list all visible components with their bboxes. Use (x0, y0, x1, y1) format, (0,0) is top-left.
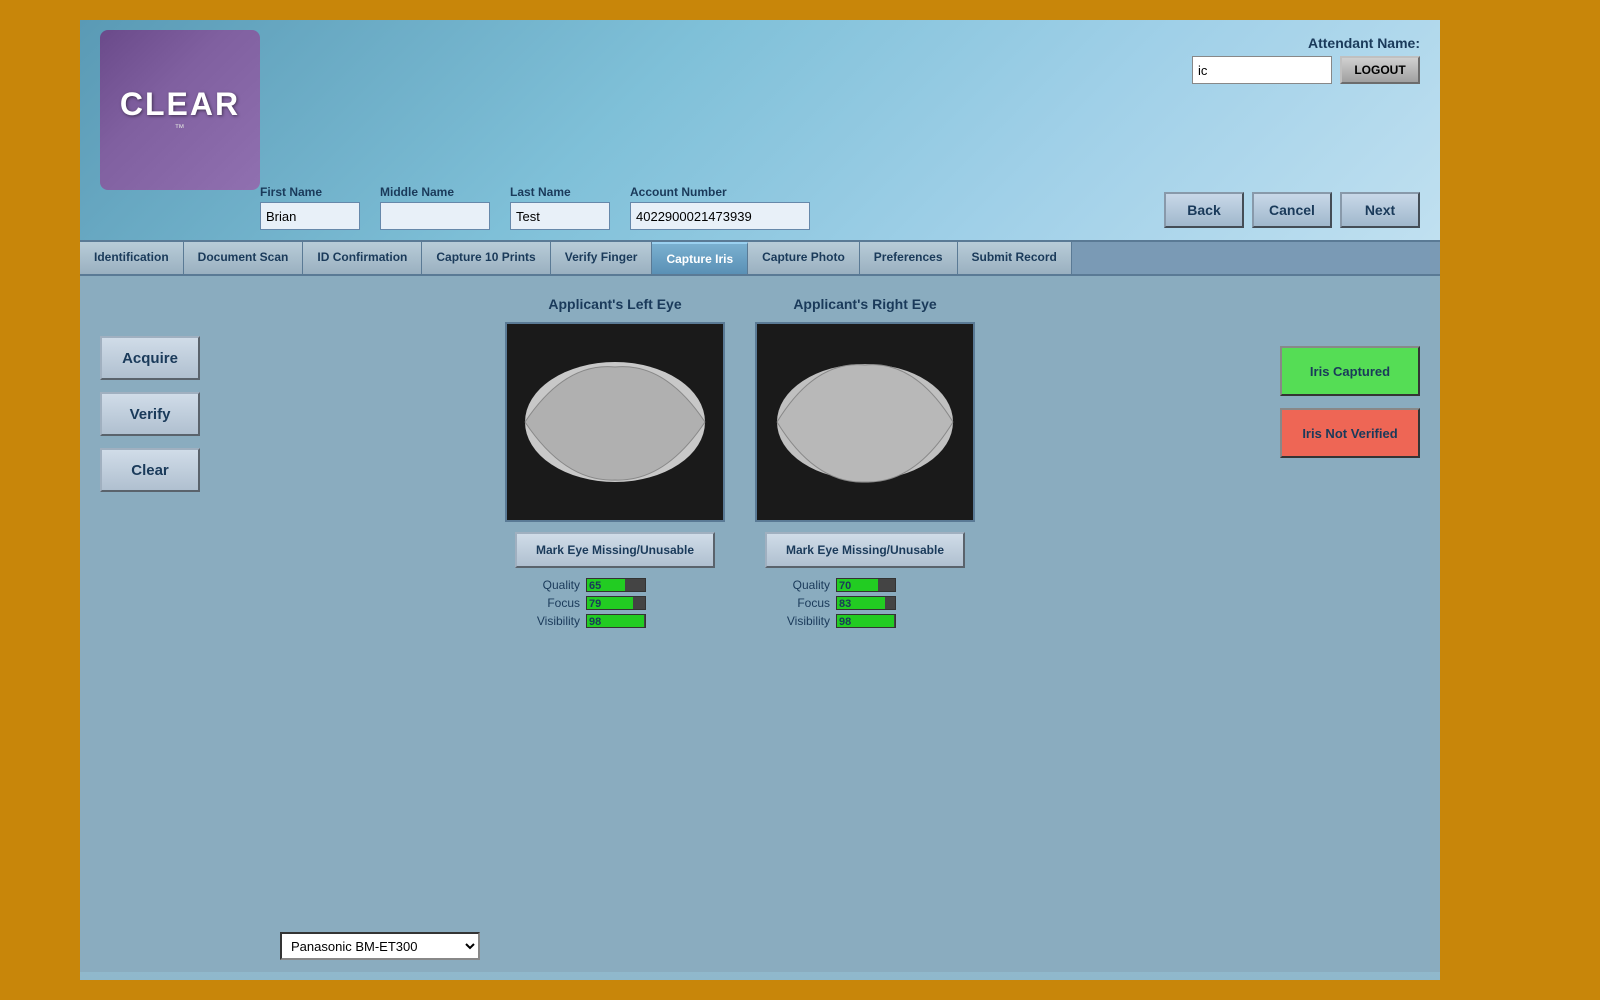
left-quality-bar: 65 (586, 578, 646, 592)
tab-capture-photo[interactable]: Capture Photo (748, 242, 860, 274)
tab-capture-iris[interactable]: Capture Iris (652, 242, 748, 274)
tab-identification[interactable]: Identification (80, 242, 184, 274)
left-focus-metric: Focus 79 (515, 596, 715, 610)
left-eye-svg (515, 332, 715, 512)
right-quality-label: Quality (765, 578, 830, 592)
right-focus-metric: Focus 83 (765, 596, 965, 610)
right-quality-bar: 70 (836, 578, 896, 592)
right-focus-value: 83 (839, 597, 851, 611)
iris-not-verified-badge: Iris Not Verified (1280, 408, 1420, 458)
right-eye-metrics: Quality 70 Focus 83 Vi (765, 578, 965, 628)
left-visibility-label: Visibility (515, 614, 580, 628)
right-eye-svg (765, 332, 965, 512)
right-visibility-value: 98 (839, 615, 851, 629)
attendant-input[interactable] (1192, 56, 1332, 84)
iris-captured-text: Iris Captured (1310, 364, 1390, 379)
verify-button[interactable]: Verify (100, 392, 200, 436)
tab-verify-finger[interactable]: Verify Finger (551, 242, 653, 274)
main-content: Acquire Verify Clear Applicant's Left Ey… (80, 276, 1440, 972)
tab-capture-10-prints[interactable]: Capture 10 Prints (422, 242, 550, 274)
acquire-button[interactable]: Acquire (100, 336, 200, 380)
left-quality-value: 65 (589, 579, 601, 593)
left-focus-value: 79 (589, 597, 601, 611)
header: CLEAR ™ Attendant Name: LOGOUT First Nam… (80, 20, 1440, 240)
left-quality-label: Quality (515, 578, 580, 592)
cancel-button[interactable]: Cancel (1252, 192, 1332, 228)
right-visibility-bar: 98 (836, 614, 896, 628)
form-row: First Name Middle Name Last Name Account… (260, 185, 1420, 230)
right-focus-label: Focus (765, 596, 830, 610)
left-panel: Acquire Verify Clear (100, 296, 200, 952)
left-eye-image (505, 322, 725, 522)
last-name-group: Last Name (510, 185, 610, 230)
tab-id-confirmation[interactable]: ID Confirmation (303, 242, 422, 274)
logo-text: CLEAR (120, 86, 240, 123)
right-eye-title: Applicant's Right Eye (793, 296, 936, 312)
left-mark-eye-button[interactable]: Mark Eye Missing/Unusable (515, 532, 715, 568)
left-visibility-metric: Visibility 98 (515, 614, 715, 628)
eyes-section: Applicant's Left Eye (220, 296, 1260, 952)
right-quality-value: 70 (839, 579, 851, 593)
right-panel: Iris Captured Iris Not Verified (1280, 296, 1420, 952)
logo-box: CLEAR ™ (100, 30, 260, 190)
tab-preferences[interactable]: Preferences (860, 242, 958, 274)
account-number-input[interactable] (630, 202, 810, 230)
middle-name-group: Middle Name (380, 185, 490, 230)
clear-button[interactable]: Clear (100, 448, 200, 492)
first-name-label: First Name (260, 185, 360, 199)
attendant-area: Attendant Name: LOGOUT (1192, 35, 1420, 84)
nav-buttons: Back Cancel Next (1164, 192, 1420, 228)
logo-trademark: ™ (120, 123, 240, 134)
right-mark-eye-button[interactable]: Mark Eye Missing/Unusable (765, 532, 965, 568)
last-name-label: Last Name (510, 185, 610, 199)
right-eye-image (755, 322, 975, 522)
iris-captured-badge: Iris Captured (1280, 346, 1420, 396)
bottom-row: Panasonic BM-ET300 (280, 932, 480, 960)
left-focus-label: Focus (515, 596, 580, 610)
attendant-row: LOGOUT (1192, 56, 1420, 84)
left-eye-title: Applicant's Left Eye (548, 296, 681, 312)
account-number-label: Account Number (630, 185, 810, 199)
middle-name-label: Middle Name (380, 185, 490, 199)
first-name-group: First Name (260, 185, 360, 230)
tabs-row: Identification Document Scan ID Confirma… (80, 240, 1440, 276)
left-eye-panel: Applicant's Left Eye (505, 296, 725, 952)
logout-button[interactable]: LOGOUT (1340, 56, 1420, 84)
right-eye-panel: Applicant's Right Eye (755, 296, 975, 952)
right-focus-bar: 83 (836, 596, 896, 610)
camera-dropdown[interactable]: Panasonic BM-ET300 (280, 932, 480, 960)
last-name-input[interactable] (510, 202, 610, 230)
next-button[interactable]: Next (1340, 192, 1420, 228)
main-screen: CLEAR ™ Attendant Name: LOGOUT First Nam… (80, 20, 1440, 980)
left-eye-metrics: Quality 65 Focus 79 Vi (515, 578, 715, 628)
back-button[interactable]: Back (1164, 192, 1244, 228)
attendant-label: Attendant Name: (1308, 35, 1420, 51)
right-quality-metric: Quality 70 (765, 578, 965, 592)
left-focus-bar: 79 (586, 596, 646, 610)
iris-not-verified-text: Iris Not Verified (1302, 426, 1397, 441)
account-number-group: Account Number (630, 185, 810, 230)
left-quality-metric: Quality 65 (515, 578, 715, 592)
middle-name-input[interactable] (380, 202, 490, 230)
left-visibility-value: 98 (589, 615, 601, 629)
first-name-input[interactable] (260, 202, 360, 230)
right-visibility-label: Visibility (765, 614, 830, 628)
tab-document-scan[interactable]: Document Scan (184, 242, 304, 274)
tab-submit-record[interactable]: Submit Record (958, 242, 1072, 274)
left-visibility-bar: 98 (586, 614, 646, 628)
right-visibility-metric: Visibility 98 (765, 614, 965, 628)
